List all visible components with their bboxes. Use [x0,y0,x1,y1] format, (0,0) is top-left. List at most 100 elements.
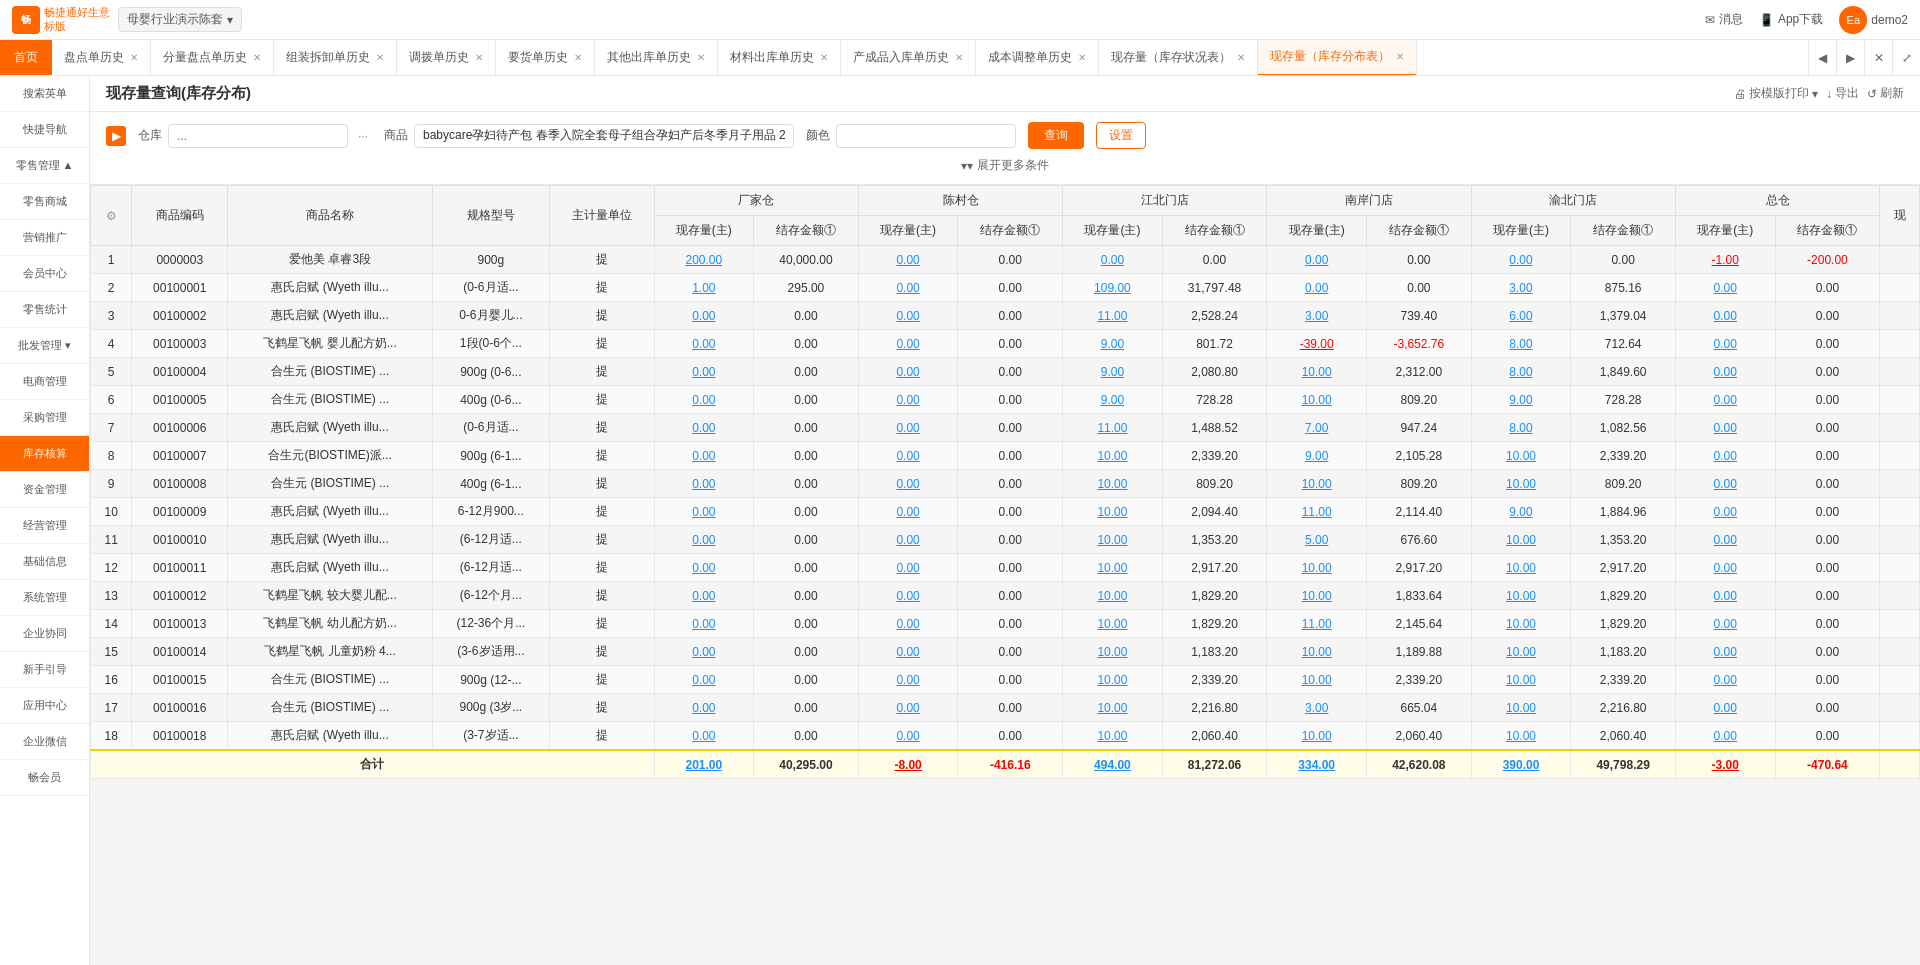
table-cell[interactable]: 9.00 [1063,386,1162,414]
table-cell[interactable]: 10.00 [1063,554,1162,582]
table-cell[interactable]: 0.00 [654,442,753,470]
table-cell[interactable]: 10.00 [1267,666,1366,694]
nav-tab-1[interactable]: 盘点单历史 ✕ [52,40,151,76]
table-cell[interactable]: 10.00 [1471,582,1570,610]
table-cell[interactable]: 5.00 [1267,526,1366,554]
sidebar-item-nav[interactable]: 快捷导航 [0,112,89,148]
table-cell[interactable]: 0.00 [1676,442,1775,470]
table-cell[interactable]: 0.00 [1063,246,1162,274]
nav-tab-2[interactable]: 分量盘点单历史 ✕ [151,40,274,76]
table-cell[interactable]: 10.00 [1063,582,1162,610]
refresh-button[interactable]: ↺ 刷新 [1867,85,1904,102]
nav-tab-home[interactable]: 首页 [0,40,52,76]
print-button[interactable]: 🖨 按模版打印 ▾ [1734,85,1818,102]
table-cell[interactable]: 0.00 [654,638,753,666]
close-tab-2[interactable]: ✕ [253,52,261,63]
table-cell[interactable]: 0.00 [1676,498,1775,526]
nav-tab-4[interactable]: 调拨单历史 ✕ [397,40,496,76]
sidebar-item-retail-mgmt[interactable]: 零售管理 ▲ [0,148,89,184]
table-cell[interactable]: 0.00 [1676,414,1775,442]
table-cell[interactable]: 0.00 [654,722,753,751]
table-cell[interactable]: 10.00 [1267,722,1366,751]
table-cell[interactable]: 9.00 [1471,386,1570,414]
table-cell[interactable]: 7.00 [1267,414,1366,442]
table-cell[interactable]: 0.00 [858,246,957,274]
table-cell[interactable]: 8.00 [1471,358,1570,386]
close-tab-4[interactable]: ✕ [475,52,483,63]
table-cell[interactable]: 10.00 [1063,610,1162,638]
table-cell[interactable]: 11.00 [1063,414,1162,442]
sidebar-item-members[interactable]: 会员中心 [0,256,89,292]
table-cell[interactable]: 6.00 [1471,302,1570,330]
summary-yb-qty[interactable]: 390.00 [1471,750,1570,779]
table-cell[interactable]: 0.00 [1676,302,1775,330]
table-cell[interactable]: 10.00 [1471,638,1570,666]
table-cell[interactable]: 9.00 [1471,498,1570,526]
sidebar-item-search[interactable]: 搜索英单 [0,76,89,112]
table-cell[interactable]: 10.00 [1471,554,1570,582]
nav-tab-6[interactable]: 其他出库单历史 ✕ [595,40,718,76]
table-cell[interactable]: 10.00 [1267,470,1366,498]
sidebar-item-operations[interactable]: 经营管理 [0,508,89,544]
nav-tab-5[interactable]: 要货单历史 ✕ [496,40,595,76]
table-cell[interactable]: 0.00 [858,274,957,302]
sidebar-item-members2[interactable]: 畅会员 [0,760,89,796]
export-button[interactable]: ↓ 导出 [1826,85,1859,102]
table-cell[interactable]: 0.00 [654,694,753,722]
table-cell[interactable]: 10.00 [1471,694,1570,722]
nav-next[interactable]: ▶ [1836,40,1864,76]
table-cell[interactable]: 10.00 [1063,498,1162,526]
table-cell[interactable]: 0.00 [1676,694,1775,722]
table-cell[interactable]: 0.00 [1676,330,1775,358]
close-tab-5[interactable]: ✕ [574,52,582,63]
table-cell[interactable]: 8.00 [1471,414,1570,442]
table-cell[interactable]: 0.00 [654,610,753,638]
table-cell[interactable]: 3.00 [1471,274,1570,302]
table-cell[interactable]: 9.00 [1063,358,1162,386]
table-cell[interactable]: 0.00 [858,358,957,386]
table-cell[interactable]: 0.00 [858,666,957,694]
table-cell[interactable]: 10.00 [1471,610,1570,638]
table-cell[interactable]: 0.00 [1676,582,1775,610]
table-cell[interactable]: 10.00 [1267,386,1366,414]
search-collapse-btn[interactable]: ▶ [106,126,126,146]
table-cell[interactable]: 0.00 [858,526,957,554]
table-cell[interactable]: 0.00 [858,302,957,330]
nav-expand[interactable]: ⤢ [1892,40,1920,76]
summary-na-qty[interactable]: 334.00 [1267,750,1366,779]
table-area[interactable]: ⚙ 商品编码 商品名称 规格型号 主计量单位 厂家仓 陈村仓 江北门店 南岸门店… [90,185,1920,965]
table-cell[interactable]: 0.00 [654,330,753,358]
table-cell[interactable]: 11.00 [1267,610,1366,638]
table-cell[interactable]: 0.00 [858,386,957,414]
sidebar-item-collab[interactable]: 企业协同 [0,616,89,652]
table-cell[interactable]: 0.00 [654,414,753,442]
sidebar-item-inventory[interactable]: 库存核算 [0,436,89,472]
table-cell[interactable]: 0.00 [858,470,957,498]
table-cell[interactable]: 109.00 [1063,274,1162,302]
table-cell[interactable]: 10.00 [1063,666,1162,694]
table-cell[interactable]: 0.00 [858,722,957,751]
close-tab-8[interactable]: ✕ [955,52,963,63]
nav-prev[interactable]: ◀ [1808,40,1836,76]
message-button[interactable]: ✉ 消息 [1705,11,1743,28]
table-cell[interactable]: 0.00 [858,498,957,526]
table-cell[interactable]: 0.00 [1676,610,1775,638]
table-cell[interactable]: 3.00 [1267,302,1366,330]
sidebar-item-retail-store[interactable]: 零售商城 [0,184,89,220]
summary-jb-qty[interactable]: 494.00 [1063,750,1162,779]
nav-tab-8[interactable]: 产成品入库单历史 ✕ [841,40,976,76]
th-gear[interactable]: ⚙ [91,186,132,246]
table-cell[interactable]: 10.00 [1063,638,1162,666]
close-tab-9[interactable]: ✕ [1078,52,1086,63]
table-cell[interactable]: 8.00 [1471,330,1570,358]
user-profile[interactable]: Ea demo2 [1839,6,1908,34]
search-button[interactable]: 查询 [1028,122,1084,149]
table-cell[interactable]: 0.00 [654,666,753,694]
table-cell[interactable]: 11.00 [1267,498,1366,526]
table-cell[interactable]: 0.00 [654,498,753,526]
table-cell[interactable]: 10.00 [1267,638,1366,666]
table-cell[interactable]: 0.00 [1676,554,1775,582]
close-tab-7[interactable]: ✕ [820,52,828,63]
sidebar-item-retail-stats[interactable]: 零售统计 [0,292,89,328]
sidebar-item-guide[interactable]: 新手引导 [0,652,89,688]
